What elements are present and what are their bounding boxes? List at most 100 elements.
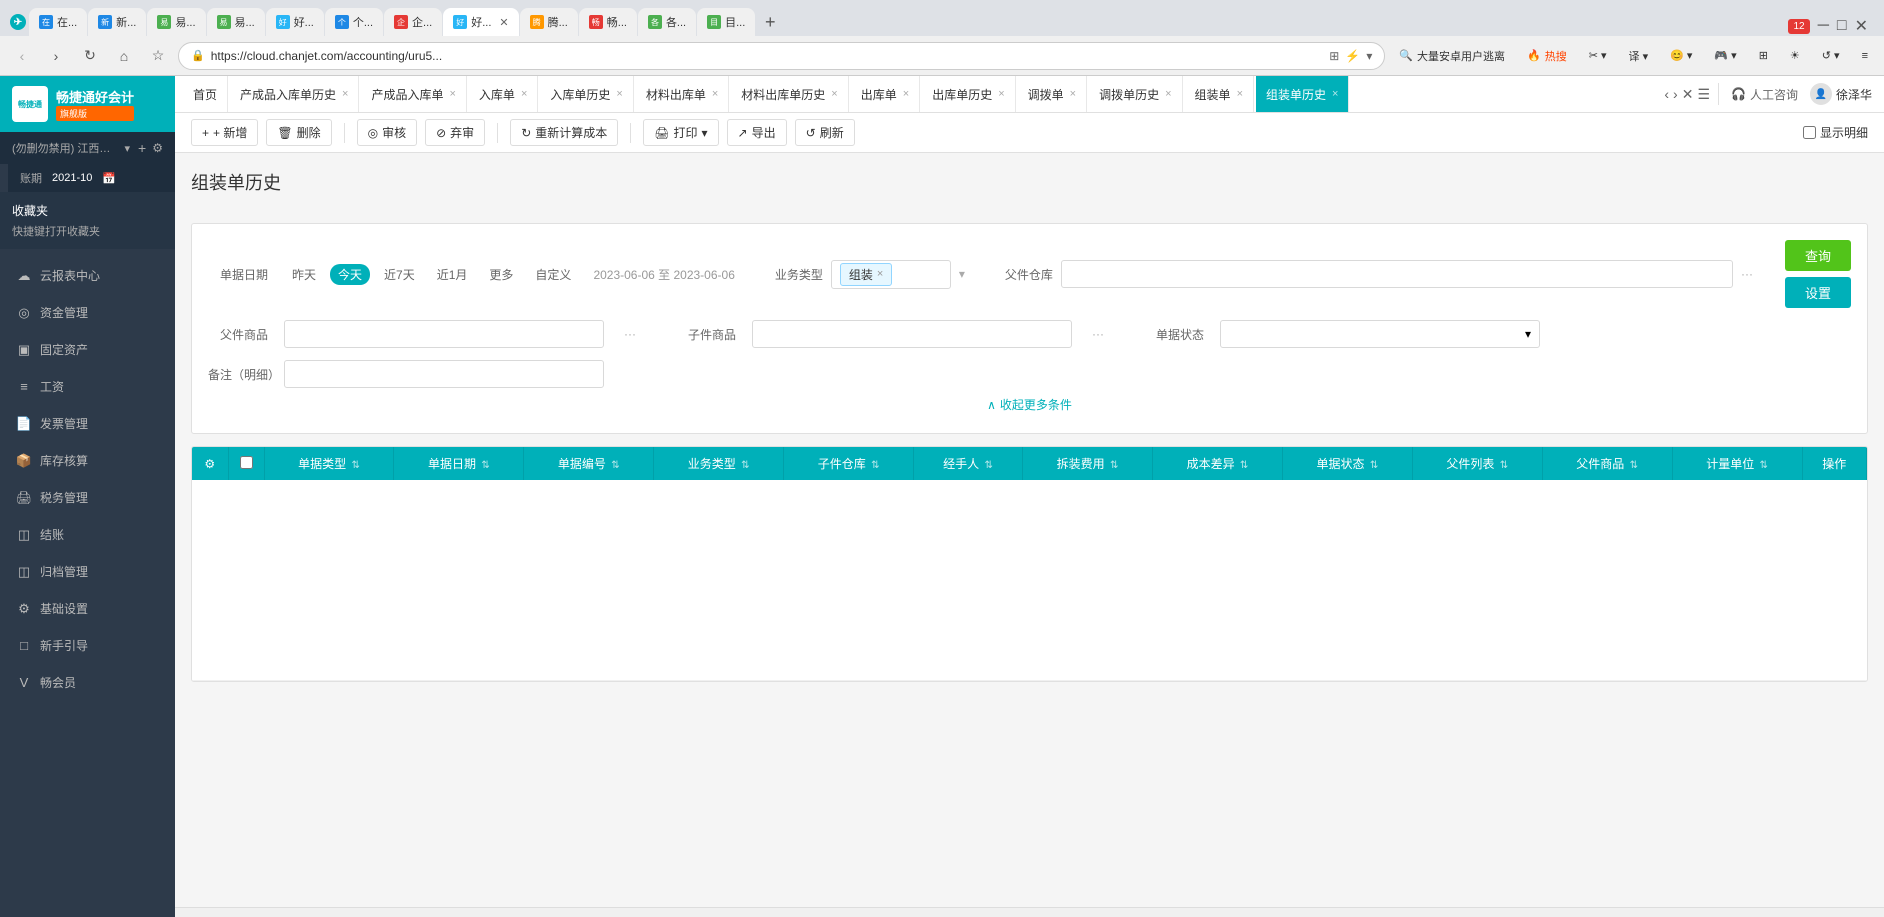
child-goods-input[interactable]: [752, 320, 1072, 348]
translate-btn[interactable]: 译 ▾: [1621, 42, 1657, 70]
th-child-warehouse[interactable]: 子件仓库 ⇅: [784, 447, 914, 480]
scissors-btn[interactable]: ✂ ▾: [1581, 42, 1615, 70]
minimize-btn[interactable]: ─: [1818, 17, 1829, 35]
parent-warehouse-more-btn[interactable]: ···: [1741, 267, 1753, 281]
qr-code-icon[interactable]: ⊞: [1329, 49, 1339, 63]
game-btn[interactable]: 🎮 ▾: [1706, 42, 1744, 70]
close-out[interactable]: ×: [903, 88, 909, 100]
sort-handler-icon[interactable]: ⇅: [985, 460, 993, 471]
add-company-icon[interactable]: +: [138, 140, 146, 156]
th-parent-list[interactable]: 父件列表 ⇅: [1412, 447, 1542, 480]
date-btn-more[interactable]: 更多: [481, 264, 521, 285]
menu-tab-product-in[interactable]: 产成品入库单 ×: [361, 76, 466, 112]
sidebar-item-fixed-assets[interactable]: ▣ 固定资产: [0, 331, 175, 368]
refresh-btn[interactable]: ↺ 刷新: [795, 119, 855, 146]
sidebar-company-selector[interactable]: (勿删勿禁用) 江西服宝测试专用 ▾ + ⚙: [0, 132, 175, 164]
menu-btn[interactable]: ≡: [1854, 42, 1876, 70]
menu-tab-material-out[interactable]: 材料出库单 ×: [636, 76, 729, 112]
select-all-checkbox[interactable]: [240, 456, 253, 469]
browser-tab-5[interactable]: 好 好...: [266, 8, 324, 36]
table-settings-icon[interactable]: ⚙: [204, 457, 215, 471]
biz-type-tag-close[interactable]: ×: [877, 268, 883, 280]
menu-tab-material-out-history[interactable]: 材料出库单历史 ×: [731, 76, 848, 112]
browser-tab-9[interactable]: 腾 腾...: [520, 8, 578, 36]
close-product-in-history[interactable]: ×: [342, 88, 348, 100]
close-btn[interactable]: ✕: [1855, 16, 1868, 36]
sort-unit-icon[interactable]: ⇅: [1760, 460, 1768, 471]
sidebar-item-inventory[interactable]: 📦 库存核算: [0, 442, 175, 479]
th-doc-status[interactable]: 单据状态 ⇅: [1282, 447, 1412, 480]
sort-parent-goods-icon[interactable]: ⇅: [1630, 460, 1638, 471]
menu-tab-transfer[interactable]: 调拨单 ×: [1018, 76, 1087, 112]
th-disassemble-fee[interactable]: 拆装费用 ⇅: [1023, 447, 1153, 480]
browser-tab-2[interactable]: 新 新...: [88, 8, 146, 36]
browser-tab-10[interactable]: 畅 畅...: [579, 8, 637, 36]
th-cost-diff[interactable]: 成本差异 ⇅: [1152, 447, 1282, 480]
lightning-icon[interactable]: ⚡: [1345, 49, 1360, 63]
new-tab-button[interactable]: +: [756, 8, 784, 36]
favorites-shortcut-link[interactable]: 快捷键打开收藏夹: [12, 223, 163, 239]
menu-tab-out-history[interactable]: 出库单历史 ×: [922, 76, 1015, 112]
abandon-btn[interactable]: ⊘ 弃审: [425, 119, 485, 146]
bookmark-btn[interactable]: ☆: [144, 42, 172, 70]
sort-child-warehouse-icon[interactable]: ⇅: [871, 460, 879, 471]
th-handler[interactable]: 经手人 ⇅: [914, 447, 1023, 480]
maximize-btn[interactable]: □: [1837, 17, 1847, 35]
sidebar-item-settlement[interactable]: ◫ 结账: [0, 516, 175, 553]
tab-scroll-left-btn[interactable]: ‹: [1664, 86, 1669, 102]
sidebar-item-payroll[interactable]: ≡ 工资: [0, 368, 175, 405]
sort-parent-list-icon[interactable]: ⇅: [1500, 460, 1508, 471]
menu-tab-transfer-history[interactable]: 调拨单历史 ×: [1089, 76, 1182, 112]
browser-tab-3[interactable]: 易 易...: [147, 8, 205, 36]
th-doc-type[interactable]: 单据类型 ⇅: [264, 447, 394, 480]
date-btn-7days[interactable]: 近7天: [376, 264, 423, 285]
th-doc-no[interactable]: 单据编号 ⇅: [524, 447, 654, 480]
browser-tab-1[interactable]: 在 在...: [29, 8, 87, 36]
sort-doc-type-icon[interactable]: ⇅: [351, 460, 359, 471]
new-btn[interactable]: + + 新增: [191, 119, 258, 146]
brightness-btn[interactable]: ☀: [1782, 42, 1808, 70]
address-bar[interactable]: 🔒 https://cloud.chanjet.com/accounting/u…: [178, 42, 1385, 70]
doc-status-select[interactable]: ▾: [1220, 320, 1540, 348]
sort-biz-type-icon[interactable]: ⇅: [741, 460, 749, 471]
collapse-filter-btn[interactable]: ∧ 收起更多条件: [208, 392, 1851, 417]
show-detail-input[interactable]: [1803, 126, 1816, 139]
th-biz-type[interactable]: 业务类型 ⇅: [654, 447, 784, 480]
export-btn[interactable]: ↗ 导出: [727, 119, 787, 146]
remark-input[interactable]: [284, 360, 604, 388]
parent-goods-more-btn[interactable]: ···: [624, 327, 636, 341]
sort-cost-diff-icon[interactable]: ⇅: [1240, 460, 1248, 471]
th-settings[interactable]: ⚙: [192, 447, 228, 480]
settings-icon[interactable]: ⚙: [152, 141, 163, 155]
tab-close-btn[interactable]: ✕: [499, 16, 508, 29]
close-in-history[interactable]: ×: [616, 88, 622, 100]
horizontal-scrollbar[interactable]: [175, 907, 1884, 917]
sidebar-item-new-guide[interactable]: □ 新手引导: [0, 627, 175, 664]
close-out-history[interactable]: ×: [998, 88, 1004, 100]
browser-tab-active[interactable]: 好 好... ✕: [443, 8, 518, 36]
close-material-out-history[interactable]: ×: [831, 88, 837, 100]
menu-tab-out[interactable]: 出库单 ×: [851, 76, 920, 112]
close-in[interactable]: ×: [521, 88, 527, 100]
child-goods-more-btn[interactable]: ···: [1092, 327, 1104, 341]
service-btn[interactable]: 🎧 人工咨询: [1731, 86, 1798, 103]
tab-scroll-right-btn[interactable]: ›: [1673, 86, 1678, 102]
menu-tab-assembly[interactable]: 组装单 ×: [1185, 76, 1254, 112]
reload-btn[interactable]: ↻: [76, 42, 104, 70]
biz-type-input-area[interactable]: 组装 ×: [831, 260, 951, 289]
settings-config-btn[interactable]: 设置: [1785, 277, 1851, 308]
menu-tab-home[interactable]: 首页: [183, 76, 228, 112]
delete-btn[interactable]: 🗑 删除: [266, 119, 331, 146]
grid-btn[interactable]: ⊞: [1751, 42, 1776, 70]
home-btn[interactable]: ⌂: [110, 42, 138, 70]
close-product-in[interactable]: ×: [449, 88, 455, 100]
close-transfer-history[interactable]: ×: [1165, 88, 1171, 100]
sort-doc-no-icon[interactable]: ⇅: [611, 460, 619, 471]
sidebar-item-archive-mgmt[interactable]: ◫ 归档管理: [0, 553, 175, 590]
th-doc-date[interactable]: 单据日期 ⇅: [394, 447, 524, 480]
browser-tab-6[interactable]: 个 个...: [325, 8, 383, 36]
close-assembly-history[interactable]: ×: [1332, 88, 1338, 100]
browser-tab-11[interactable]: 各 各...: [638, 8, 696, 36]
sidebar-item-basic-settings[interactable]: ⚙ 基础设置: [0, 590, 175, 627]
sidebar-item-vip[interactable]: V 畅会员: [0, 664, 175, 701]
